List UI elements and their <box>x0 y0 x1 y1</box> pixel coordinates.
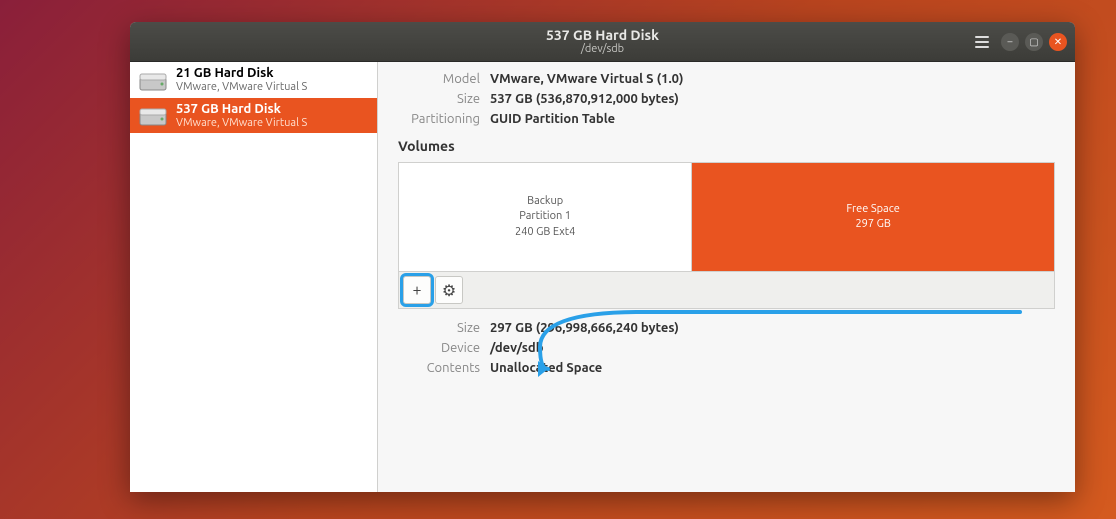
vol-line2: 297 GB <box>855 217 890 232</box>
volume-toolbar: + ⚙ <box>398 272 1055 309</box>
add-partition-button[interactable]: + <box>403 276 431 304</box>
app-menu-button[interactable] <box>969 29 995 55</box>
model-value: VMware, VMware Virtual S (1.0) <box>490 72 684 86</box>
window-title: 537 GB Hard Disk <box>546 28 659 43</box>
hard-disk-icon <box>138 103 168 127</box>
partitioning-value: GUID Partition Table <box>490 112 615 126</box>
hard-disk-icon <box>138 68 168 92</box>
close-button[interactable]: ✕ <box>1049 33 1067 51</box>
window-subtitle: /dev/sdb <box>546 43 659 55</box>
disk-item-21gb[interactable]: 21 GB Hard Disk VMware, VMware Virtual S <box>130 62 377 98</box>
disk-sub: VMware, VMware Virtual S <box>176 117 307 130</box>
disk-name: 537 GB Hard Disk <box>176 102 307 117</box>
volume-segment-free[interactable]: Free Space 297 GB <box>692 163 1054 271</box>
gear-icon: ⚙ <box>442 281 456 300</box>
sel-contents-value: Unallocated Space <box>490 361 602 375</box>
titlebar: 537 GB Hard Disk /dev/sdb – ▢ ✕ <box>130 22 1075 62</box>
size-value: 537 GB (536,870,912,000 bytes) <box>490 92 679 106</box>
sel-device-value: /dev/sdb <box>490 341 544 355</box>
model-label: Model <box>398 72 480 86</box>
disks-window: 537 GB Hard Disk /dev/sdb – ▢ ✕ 21 GB Ha… <box>130 22 1075 492</box>
plus-icon: + <box>412 281 421 299</box>
sel-size-label: Size <box>398 321 480 335</box>
vol-line3: 240 GB Ext4 <box>515 225 575 240</box>
sel-contents-label: Contents <box>398 361 480 375</box>
main-panel: Model VMware, VMware Virtual S (1.0) Siz… <box>378 62 1075 492</box>
disk-sub: VMware, VMware Virtual S <box>176 81 307 94</box>
vol-line2: Partition 1 <box>519 209 571 224</box>
volume-bar: Backup Partition 1 240 GB Ext4 Free Spac… <box>398 162 1055 272</box>
partitioning-label: Partitioning <box>398 112 480 126</box>
sel-device-label: Device <box>398 341 480 355</box>
volume-segment-backup[interactable]: Backup Partition 1 240 GB Ext4 <box>399 163 692 271</box>
disk-list: 21 GB Hard Disk VMware, VMware Virtual S… <box>130 62 378 492</box>
size-label: Size <box>398 92 480 106</box>
disk-item-537gb[interactable]: 537 GB Hard Disk VMware, VMware Virtual … <box>130 98 377 134</box>
volumes-heading: Volumes <box>398 138 1055 154</box>
disk-name: 21 GB Hard Disk <box>176 66 307 81</box>
sel-size-value: 297 GB (296,998,666,240 bytes) <box>490 321 679 335</box>
vol-name: Free Space <box>846 202 899 217</box>
vol-name: Backup <box>527 194 563 209</box>
maximize-button[interactable]: ▢ <box>1025 33 1043 51</box>
minimize-button[interactable]: – <box>1001 33 1019 51</box>
partition-options-button[interactable]: ⚙ <box>435 276 463 304</box>
